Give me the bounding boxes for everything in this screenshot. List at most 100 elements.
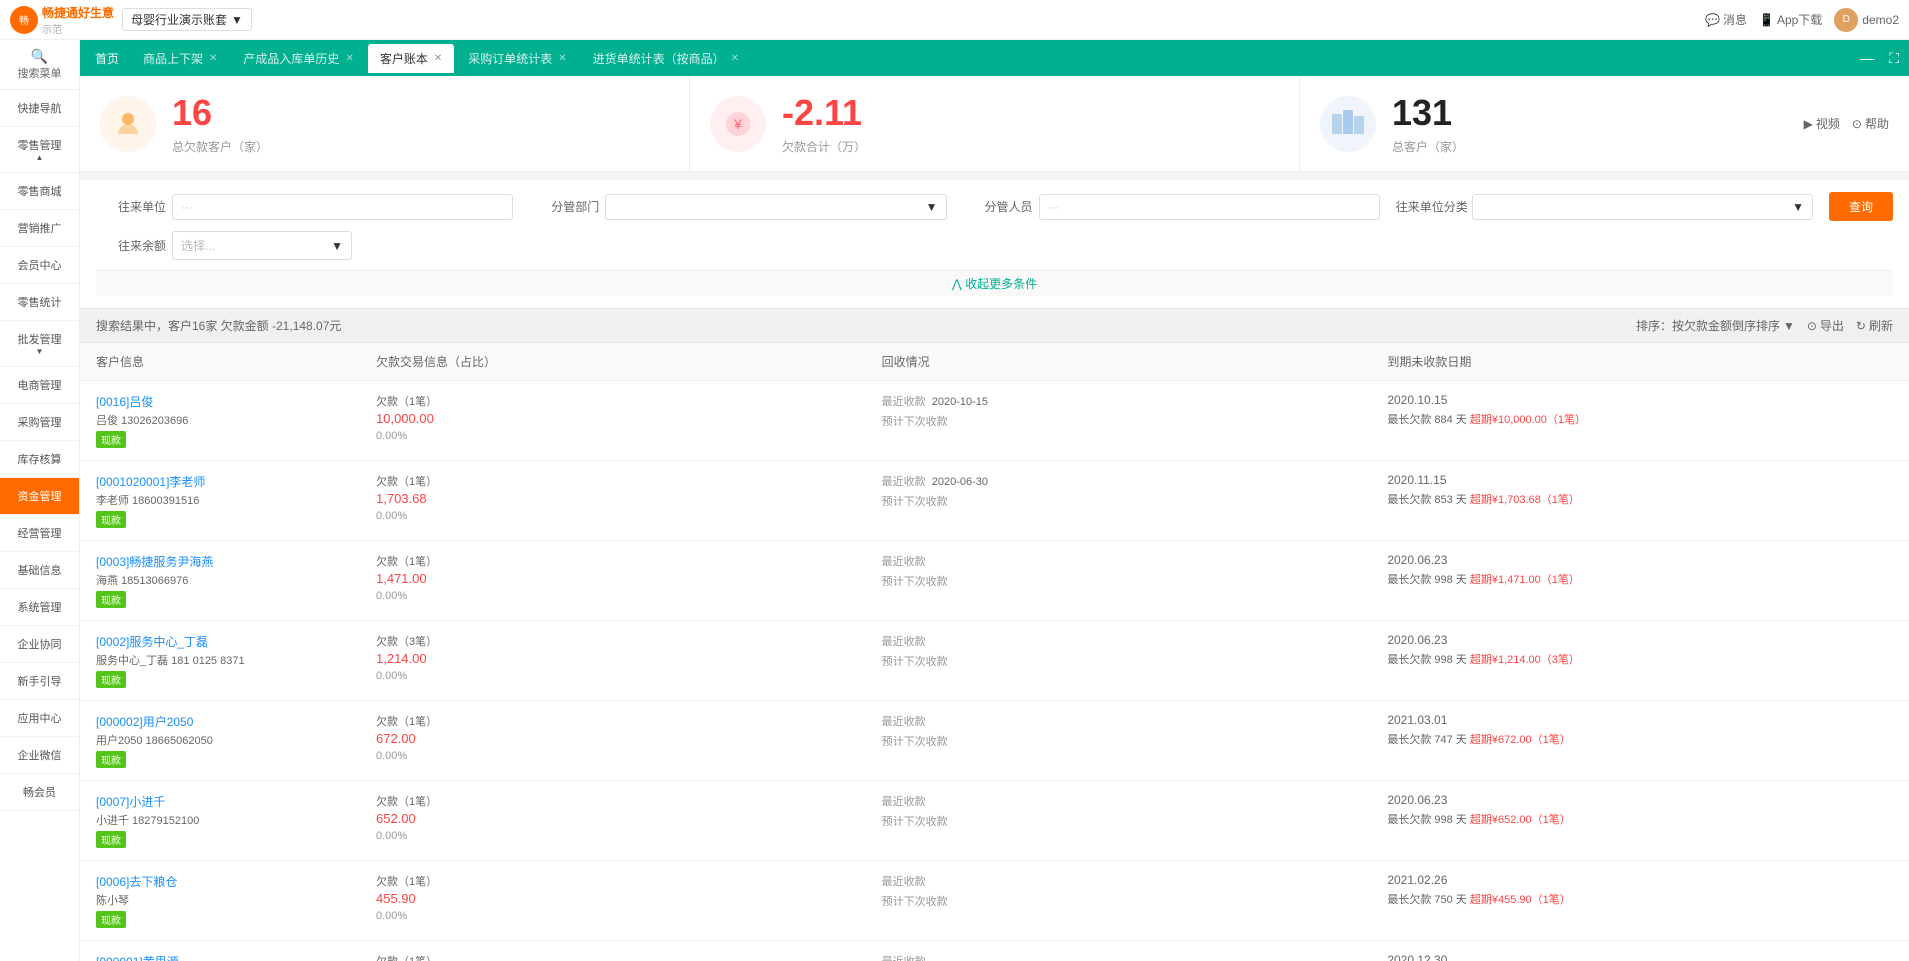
overdue-cell: 2020.06.23 最长欠款 998 天 超期¥652.00（1笔） bbox=[1387, 793, 1893, 827]
sidebar-item-batch-mgmt[interactable]: 批发管理 ▼ bbox=[0, 321, 79, 367]
tab-bar-right: — ⛶ bbox=[1855, 48, 1904, 69]
customer-name-link[interactable]: [0003]畅捷服务尹海燕 bbox=[96, 555, 213, 569]
app-download-btn[interactable]: 📱 App下载 bbox=[1759, 11, 1822, 28]
tab-purchase-stats[interactable]: 采购订单统计表 ✕ bbox=[456, 44, 578, 73]
sidebar-item-member-center[interactable]: 会员中心 bbox=[0, 247, 79, 284]
tab-purchase-stats-close[interactable]: ✕ bbox=[558, 53, 566, 64]
customer-name-link[interactable]: [0016]吕俊 bbox=[96, 395, 153, 409]
tab-product-shelf[interactable]: 商品上下架 ✕ bbox=[131, 44, 229, 73]
tab-customer-account[interactable]: 客户账本 ✕ bbox=[368, 44, 454, 73]
tab-home[interactable]: 首页 bbox=[85, 44, 129, 73]
maximize-window-btn[interactable]: ⛶ bbox=[1884, 48, 1904, 69]
customer-name-link[interactable]: [0006]去下粮仓 bbox=[96, 875, 177, 889]
sidebar-search-btn[interactable]: 🔍 搜索菜单 bbox=[0, 40, 79, 90]
tab-product-history-close[interactable]: ✕ bbox=[345, 53, 353, 64]
overdue-cell: 2020.10.15 最长欠款 884 天 超期¥10,000.00（1笔） bbox=[1387, 393, 1893, 427]
sidebar-item-new-guide[interactable]: 新手引导 bbox=[0, 663, 79, 700]
table-row: [000002]用户2050 用户2050 18665062050 现款 欠款（… bbox=[80, 701, 1909, 781]
view-video-btn[interactable]: ▶ 视频 bbox=[1804, 115, 1840, 132]
tab-product-history[interactable]: 产成品入库单历史 ✕ bbox=[231, 44, 365, 73]
help-btn[interactable]: ⊙ 帮助 bbox=[1852, 115, 1889, 132]
overdue-link[interactable]: 超期¥10,000.00（1笔） bbox=[1470, 414, 1586, 426]
recovery-cell: 最近收款 2020-10-15 预计下次收款 bbox=[882, 393, 1388, 433]
source-unit-input[interactable]: ··· bbox=[172, 194, 513, 220]
sidebar-item-quick-nav[interactable]: 快捷导航 bbox=[0, 90, 79, 127]
query-button[interactable]: 查询 bbox=[1829, 192, 1893, 221]
refresh-btn[interactable]: ↻ 刷新 bbox=[1856, 317, 1893, 334]
customer-name-link[interactable]: [0001020001]李老师 bbox=[96, 475, 205, 489]
stat-total-customers-info: 131 总客户（家） bbox=[1392, 92, 1788, 155]
col-header-recovery: 回收情况 bbox=[882, 353, 1388, 370]
user-area[interactable]: D demo2 bbox=[1834, 8, 1899, 32]
sidebar-item-zero-retail-mall[interactable]: 零售商城 bbox=[0, 173, 79, 210]
balance-select[interactable]: 选择... ▼ bbox=[172, 231, 352, 260]
recovery-info: 最近收款 预计下次收款 bbox=[882, 633, 1388, 673]
sidebar-item-enterprise-wechat[interactable]: 企业微信 bbox=[0, 737, 79, 774]
export-btn[interactable]: ⊙ 导出 bbox=[1807, 317, 1844, 334]
sidebar-item-zero-retail-mgmt[interactable]: 零售管理 ▲ bbox=[0, 127, 79, 173]
customer-info-cell: [0002]服务中心_丁磊 服务中心_丁磊 181 0125 8371 现款 bbox=[96, 633, 376, 688]
balance-label: 往来余额 bbox=[96, 237, 166, 254]
store-selector[interactable]: 母婴行业演示账套 ▼ bbox=[122, 8, 252, 31]
overdue-date: 2020.10.15 bbox=[1387, 393, 1893, 407]
tab-purchase-stats2-close[interactable]: ✕ bbox=[731, 53, 739, 64]
collapse-filter-btn[interactable]: ⋀ 收起更多条件 bbox=[96, 270, 1893, 296]
debt-info-cell: 欠款（1笔） 1,703.68 0.00% bbox=[376, 473, 882, 522]
table-header: 客户信息 欠款交易信息（占比） 回收情况 到期未收款日期 bbox=[80, 343, 1909, 381]
message-btn[interactable]: 💬 消息 bbox=[1705, 11, 1747, 28]
dept-select[interactable]: ▼ bbox=[605, 194, 946, 220]
tab-purchase-stats2[interactable]: 进货单统计表（按商品） ✕ bbox=[581, 44, 751, 73]
tab-product-shelf-close[interactable]: ✕ bbox=[209, 53, 217, 64]
sidebar-item-stock-check[interactable]: 库存核算 bbox=[0, 441, 79, 478]
sidebar-item-basic-info[interactable]: 基础信息 bbox=[0, 552, 79, 589]
person-dots: ··· bbox=[1048, 200, 1060, 214]
filter-row-1: 往来单位 ··· 分管部门 ▼ 分管人员 bbox=[96, 192, 1893, 221]
overdue-link[interactable]: 超期¥455.90（1笔） bbox=[1470, 894, 1571, 906]
customer-info-cell: [0006]去下粮仓 陈小琴 现款 bbox=[96, 873, 376, 928]
table-row: [0007]小进千 小进千 18279152100 现款 欠款（1笔） 652.… bbox=[80, 781, 1909, 861]
customer-name-link[interactable]: [000001]黄思源 bbox=[96, 955, 179, 961]
sidebar-item-system-mgmt[interactable]: 系统管理 bbox=[0, 589, 79, 626]
recovery-cell: 最近收款 预计下次收款 bbox=[882, 633, 1388, 673]
stat-debt-amount-info: -2.11 欠款合计（万） bbox=[782, 92, 866, 155]
results-summary: 搜索结果中，客户16家 欠款金额 -21,148.07元 bbox=[96, 317, 341, 334]
sidebar-item-zero-stats[interactable]: 零售统计 bbox=[0, 284, 79, 321]
customer-name-link[interactable]: [000002]用户2050 bbox=[96, 715, 193, 729]
sidebar-item-ecommerce[interactable]: 电商管理 bbox=[0, 367, 79, 404]
customer-name-link[interactable]: [0002]服务中心_丁磊 bbox=[96, 635, 208, 649]
recovery-info: 最近收款 2020-06-30 预计下次收款 bbox=[882, 473, 1388, 513]
overdue-link[interactable]: 超期¥672.00（1笔） bbox=[1470, 734, 1571, 746]
sidebar-item-marketing[interactable]: 营销推广 bbox=[0, 210, 79, 247]
customer-tag: 现款 bbox=[96, 511, 126, 528]
overdue-link[interactable]: 超期¥1,703.68（1笔） bbox=[1470, 494, 1580, 506]
overdue-link[interactable]: 超期¥652.00（1笔） bbox=[1470, 814, 1571, 826]
debt-info: 欠款（1笔） bbox=[376, 713, 882, 729]
customer-info-cell: [000002]用户2050 用户2050 18665062050 现款 bbox=[96, 713, 376, 768]
svg-text:¥: ¥ bbox=[733, 116, 742, 132]
sort-selector[interactable]: 排序：按欠款金额倒序排序 ▼ bbox=[1636, 317, 1795, 334]
sidebar-item-app-center[interactable]: 应用中心 bbox=[0, 700, 79, 737]
table-row: [0003]畅捷服务尹海燕 海燕 18513066976 现款 欠款（1笔） 1… bbox=[80, 541, 1909, 621]
table-row: [0001020001]李老师 李老师 18600391516 现款 欠款（1笔… bbox=[80, 461, 1909, 541]
unit-class-select[interactable]: ▼ bbox=[1472, 194, 1813, 220]
overdue-cell: 2020.06.23 最长欠款 998 天 超期¥1,214.00（3笔） bbox=[1387, 633, 1893, 667]
debt-ratio: 0.00% bbox=[376, 910, 882, 922]
overdue-link[interactable]: 超期¥1,214.00（3笔） bbox=[1470, 654, 1580, 666]
customer-phone: 用户2050 18665062050 bbox=[96, 732, 376, 748]
col-header-overdue: 到期未收款日期 bbox=[1387, 353, 1893, 370]
sidebar-item-purchase-mgmt[interactable]: 采购管理 bbox=[0, 404, 79, 441]
sidebar-item-enterprise-collab[interactable]: 企业协同 bbox=[0, 626, 79, 663]
overdue-link[interactable]: 超期¥1,471.00（1笔） bbox=[1470, 574, 1580, 586]
tab-customer-account-close[interactable]: ✕ bbox=[434, 53, 442, 64]
sidebar-item-ops-mgmt[interactable]: 经营管理 bbox=[0, 515, 79, 552]
customer-name-link[interactable]: [0007]小进千 bbox=[96, 795, 165, 809]
sidebar-item-finance-mgmt[interactable]: 资金管理 bbox=[0, 478, 79, 515]
store-selector-arrow: ▼ bbox=[231, 13, 243, 27]
minimize-window-btn[interactable]: — bbox=[1855, 48, 1879, 68]
debt-amount: 10,000.00 bbox=[376, 411, 882, 426]
customer-tag: 现款 bbox=[96, 911, 126, 928]
person-input[interactable]: ··· bbox=[1039, 194, 1380, 220]
debt-info-cell: 欠款（3笔） 1,214.00 0.00% bbox=[376, 633, 882, 682]
sidebar-item-free-member[interactable]: 畅会员 bbox=[0, 774, 79, 811]
customer-phone: 海燕 18513066976 bbox=[96, 572, 376, 588]
